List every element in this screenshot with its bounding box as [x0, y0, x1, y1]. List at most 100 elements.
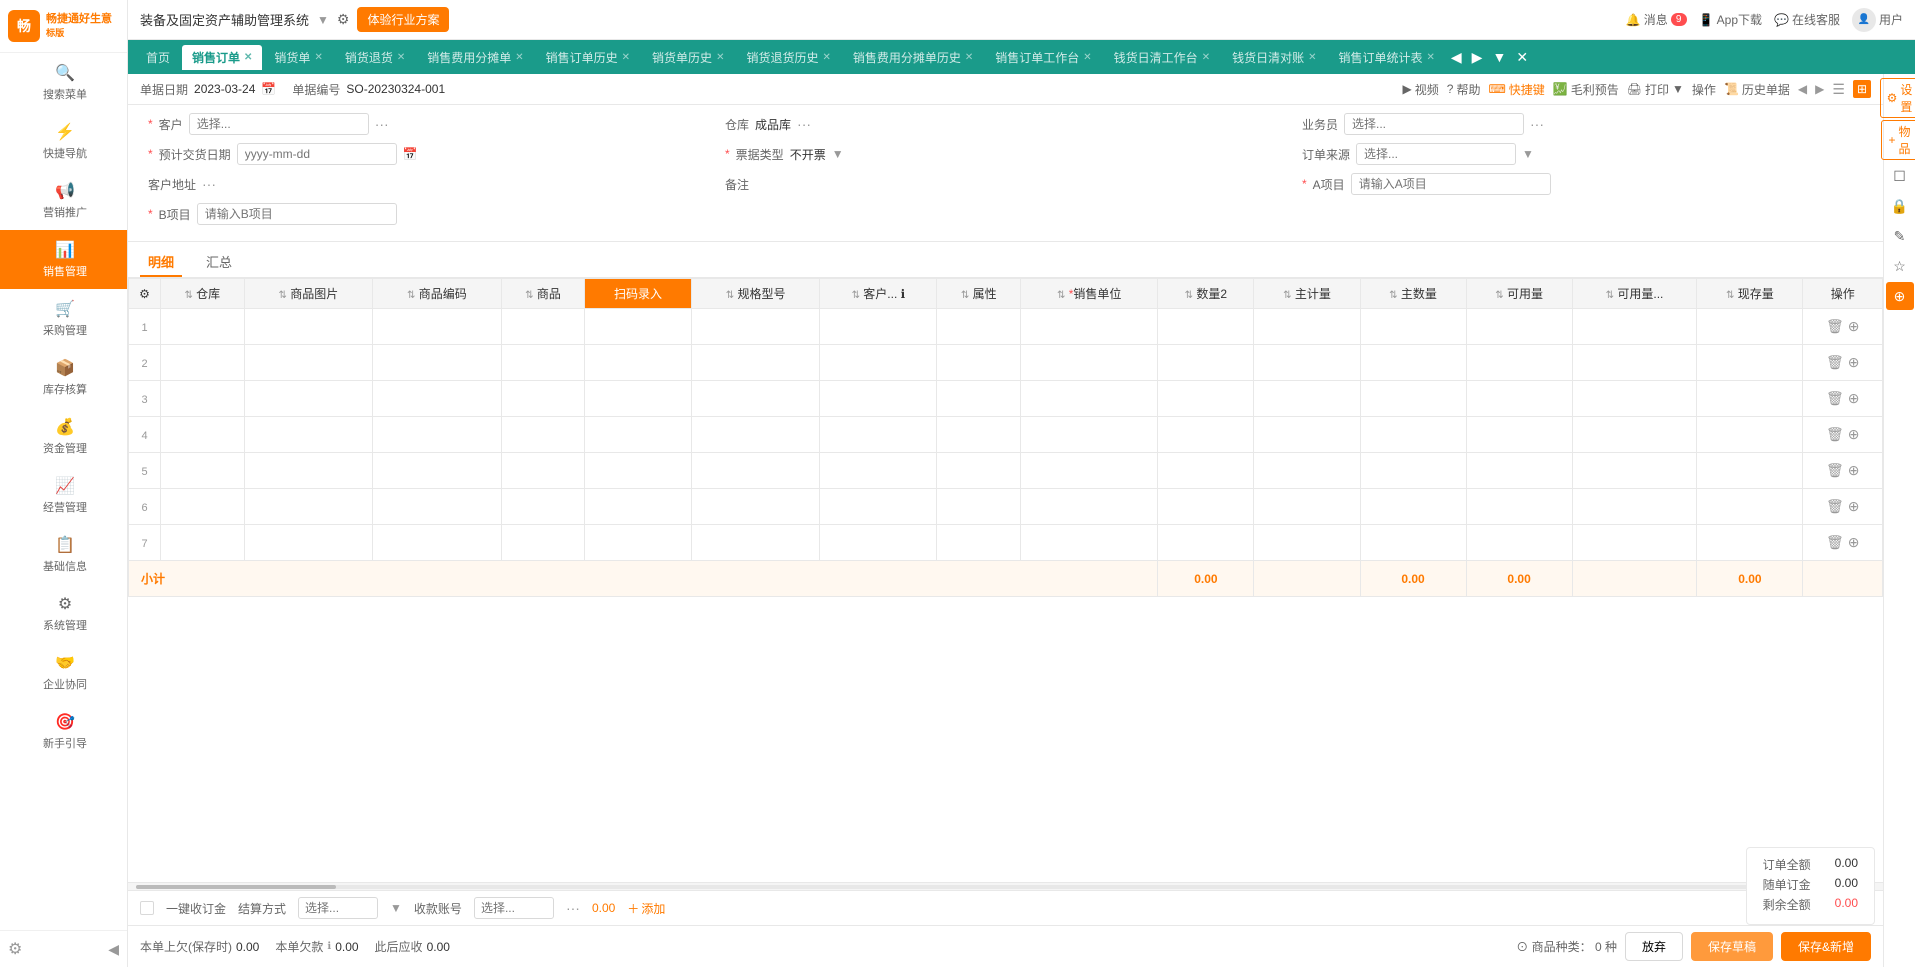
table-scroll-wrap[interactable]: ⚙ ⇅ 仓库 ⇅ 商品图片 ⇅ 商品编码 ⇅ 商品 扫码录入 ⇅ 规格型号 ⇅ …: [128, 278, 1883, 882]
profit-btn[interactable]: 💹 毛利预告: [1553, 81, 1619, 98]
video-btn[interactable]: ▶ 视频: [1403, 81, 1439, 98]
app-download-button[interactable]: 📱 App下载: [1699, 11, 1762, 28]
row-2-qty2[interactable]: [1158, 345, 1254, 381]
right-panel-icon-4[interactable]: ☆: [1886, 252, 1914, 280]
close-tab-2-icon[interactable]: ✕: [314, 52, 322, 63]
salesperson-more-icon[interactable]: ···: [1530, 116, 1544, 132]
tab-slip-history[interactable]: 销货单历史 ✕: [642, 45, 734, 70]
save-draft-button[interactable]: 保存草稿: [1691, 932, 1773, 961]
delete-row-6-icon[interactable]: 🗑: [1826, 498, 1844, 515]
sidebar-item-basic[interactable]: 📋 基础信息: [0, 525, 127, 584]
sidebar-item-enterprise[interactable]: 🤝 企业协同: [0, 643, 127, 702]
salesperson-input[interactable]: [1344, 113, 1524, 135]
setting-button[interactable]: ⚙ 设置: [1880, 78, 1915, 118]
payment-method-input[interactable]: [298, 897, 378, 919]
copy-row-4-icon[interactable]: ⊕: [1848, 426, 1860, 443]
row-3-code[interactable]: [373, 381, 502, 417]
tab-sales-slip[interactable]: 销货单 ✕: [264, 45, 332, 70]
customer-input[interactable]: [189, 113, 369, 135]
row-3-attribute[interactable]: [937, 381, 1021, 417]
settings-gear-icon[interactable]: ⚙: [337, 11, 350, 28]
sidebar-item-finance[interactable]: 💰 资金管理: [0, 407, 127, 466]
close-tab-12-icon[interactable]: ✕: [1427, 52, 1435, 63]
row-2-main-unit[interactable]: [1254, 345, 1360, 381]
row-1-current[interactable]: [1697, 309, 1803, 345]
invoice-dropdown-icon[interactable]: ▼: [832, 147, 844, 161]
next-record-icon[interactable]: ▶: [1815, 82, 1824, 96]
row-3-customer-code[interactable]: [820, 381, 937, 417]
shortcut-btn[interactable]: ⌨ 快捷键: [1488, 81, 1544, 98]
row-3-main-unit[interactable]: [1254, 381, 1360, 417]
tab-prev-icon[interactable]: ◀: [1447, 47, 1466, 68]
receipt-more-icon[interactable]: ···: [566, 900, 580, 916]
warehouse-more-icon[interactable]: ···: [797, 116, 811, 132]
close-tab-icon[interactable]: ✕: [244, 52, 252, 63]
settings-icon[interactable]: ⚙: [8, 939, 22, 959]
row-3-name[interactable]: [501, 381, 585, 417]
list-view-icon[interactable]: ☰: [1832, 81, 1845, 98]
tab-daily-workbench[interactable]: 钱货日清工作台 ✕: [1104, 45, 1220, 70]
delete-row-5-icon[interactable]: 🗑: [1826, 462, 1844, 479]
col-scan[interactable]: 扫码录入: [585, 279, 692, 309]
row-1-available[interactable]: [1466, 309, 1572, 345]
row-2-available[interactable]: [1466, 345, 1572, 381]
order-source-dropdown-icon[interactable]: ▼: [1522, 147, 1534, 161]
row-1-code[interactable]: [373, 309, 502, 345]
row-2-spec[interactable]: [691, 345, 820, 381]
one-click-checkbox[interactable]: [140, 901, 154, 915]
close-tab-7-icon[interactable]: ✕: [822, 52, 830, 63]
help-btn[interactable]: ? 帮助: [1447, 81, 1481, 98]
tab-daily-reconcile[interactable]: 钱货日清对账 ✕: [1222, 45, 1326, 70]
row-2-main-qty[interactable]: [1360, 345, 1466, 381]
close-tab-3-icon[interactable]: ✕: [397, 52, 405, 63]
row-3-unit[interactable]: [1021, 381, 1158, 417]
delete-row-4-icon[interactable]: 🗑: [1826, 426, 1844, 443]
tab-sales-order[interactable]: 销售订单 ✕: [182, 45, 262, 70]
col-settings[interactable]: ⚙: [129, 279, 161, 309]
tab-sales-stats[interactable]: 销售订单统计表 ✕: [1328, 45, 1444, 70]
copy-row-6-icon[interactable]: ⊕: [1848, 498, 1860, 515]
delivery-input[interactable]: [237, 143, 397, 165]
delete-row-1-icon[interactable]: 🗑: [1826, 318, 1844, 335]
history-btn[interactable]: 📜 历史单据: [1724, 81, 1790, 98]
solution-button[interactable]: 体验行业方案: [357, 7, 449, 32]
operation-btn[interactable]: 操作: [1692, 81, 1716, 98]
row-2-image[interactable]: [244, 345, 373, 381]
address-more-icon[interactable]: ···: [202, 176, 216, 192]
b-project-input[interactable]: [197, 203, 397, 225]
add-goods-button[interactable]: + 物品: [1881, 120, 1915, 160]
copy-row-1-icon[interactable]: ⊕: [1848, 318, 1860, 335]
row-1-unit[interactable]: [1021, 309, 1158, 345]
copy-row-5-icon[interactable]: ⊕: [1848, 462, 1860, 479]
right-panel-icon-3[interactable]: ✎: [1886, 222, 1914, 250]
sidebar-item-guide[interactable]: 🎯 新手引导: [0, 702, 127, 761]
tab-return-history[interactable]: 销货退货历史 ✕: [736, 45, 840, 70]
discard-button[interactable]: 放弃: [1625, 932, 1683, 961]
copy-row-7-icon[interactable]: ⊕: [1848, 534, 1860, 551]
sidebar-item-search[interactable]: 🔍 搜索菜单: [0, 53, 127, 112]
sidebar-item-system[interactable]: ⚙ 系统管理: [0, 584, 127, 643]
row-3-warehouse[interactable]: [161, 381, 245, 417]
sidebar-item-purchase[interactable]: 🛒 采购管理: [0, 289, 127, 348]
tab-dropdown-icon[interactable]: ▼: [1488, 47, 1510, 67]
close-tab-5-icon[interactable]: ✕: [622, 52, 630, 63]
close-tab-6-icon[interactable]: ✕: [716, 52, 724, 63]
row-1-available2[interactable]: [1572, 309, 1697, 345]
user-menu[interactable]: 👤 用户: [1852, 8, 1903, 32]
row-3-available[interactable]: [1466, 381, 1572, 417]
right-panel-icon-2[interactable]: 🔒: [1886, 192, 1914, 220]
tab-fee-split[interactable]: 销售费用分摊单 ✕: [417, 45, 533, 70]
a-project-input[interactable]: [1351, 173, 1551, 195]
delete-row-7-icon[interactable]: 🗑: [1826, 534, 1844, 551]
tab-sales-return[interactable]: 销货退货 ✕: [335, 45, 415, 70]
add-receipt-button[interactable]: ＋ 添加: [627, 900, 665, 917]
row-2-current[interactable]: [1697, 345, 1803, 381]
sidebar-item-inventory[interactable]: 📦 库存核算: [0, 348, 127, 407]
close-tab-4-icon[interactable]: ✕: [515, 52, 523, 63]
tab-summary[interactable]: 汇总: [198, 248, 240, 277]
close-tab-10-icon[interactable]: ✕: [1202, 52, 1210, 63]
delivery-calendar-icon[interactable]: 📅: [403, 147, 418, 161]
copy-row-3-icon[interactable]: ⊕: [1848, 390, 1860, 407]
row-3-image[interactable]: [244, 381, 373, 417]
sidebar-item-operation[interactable]: 📈 经营管理: [0, 466, 127, 525]
